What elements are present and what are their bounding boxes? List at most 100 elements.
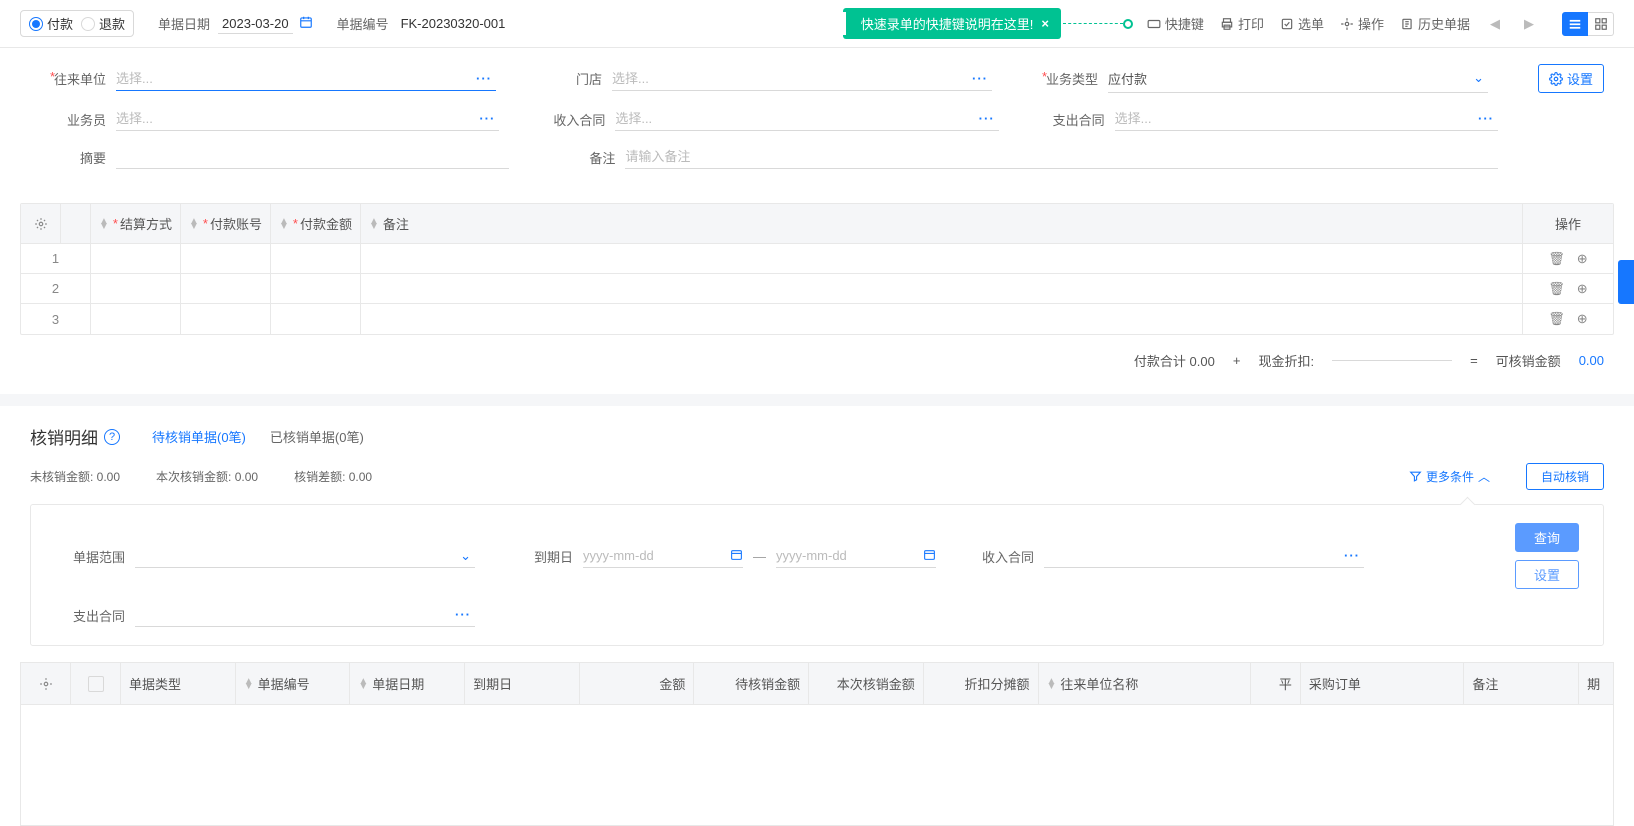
chevron-up-icon: ︿ (1478, 468, 1490, 485)
col2-partner[interactable]: ▲▼往来单位名称 (1039, 663, 1251, 704)
grid-settings-icon[interactable] (21, 204, 61, 243)
history-link[interactable]: 历史单据 (1400, 14, 1470, 33)
col2-date[interactable]: ▲▼单据日期 (350, 663, 465, 704)
calendar-icon[interactable] (299, 15, 313, 32)
shortcut-label: 快捷键 (1165, 14, 1204, 33)
col2-discount[interactable]: 折扣分摊额 (924, 663, 1039, 704)
payment-grid-header: ▲▼*结算方式 ▲▼*付款账号 ▲▼*付款金额 ▲▼备注 操作 (21, 204, 1613, 244)
partner-more-icon[interactable]: ··· (476, 71, 492, 86)
store-more-icon[interactable]: ··· (972, 71, 988, 86)
calendar-icon[interactable] (730, 548, 743, 564)
col-account[interactable]: ▲▼*付款账号 (181, 204, 271, 243)
tab-done[interactable]: 已核销单据(0笔) (270, 427, 364, 446)
note-input[interactable] (625, 145, 1498, 169)
help-icon[interactable]: ? (104, 429, 120, 445)
form-settings-button[interactable]: 设置 (1538, 64, 1604, 93)
cash-discount-input[interactable] (1332, 360, 1452, 361)
select-all-checkbox[interactable] (71, 663, 121, 704)
doc-date-value[interactable]: 2023-03-20 (218, 14, 293, 34)
nav-next-icon[interactable]: ▶ (1520, 16, 1538, 32)
filter-settings-button[interactable]: 设置 (1515, 560, 1579, 589)
col2-pending[interactable]: 待核销金额 (694, 663, 809, 704)
delete-icon[interactable]: 🗑 (1548, 311, 1565, 327)
doc-range-label: 单据范围 (55, 547, 125, 566)
row-actions: 🗑⊕ (1523, 274, 1613, 303)
row-actions: 🗑⊕ (1523, 244, 1613, 273)
col2-type[interactable]: 单据类型 (121, 663, 236, 704)
operate-link[interactable]: 操作 (1340, 14, 1384, 33)
toolbar-actions: 快捷键 打印 选单 操作 历史单据 ◀ ▶ (1147, 12, 1614, 36)
grid2-settings-icon[interactable] (21, 663, 71, 704)
more-icon[interactable]: ··· (455, 607, 471, 622)
plus-sign: + (1233, 353, 1241, 368)
view-toggle (1562, 12, 1614, 36)
due-date-label: 到期日 (503, 547, 573, 566)
shortcut-link[interactable]: 快捷键 (1147, 14, 1204, 33)
more-icon[interactable]: ··· (1344, 548, 1360, 563)
writeoff-grid-body (21, 705, 1613, 825)
col-operation: 操作 (1523, 204, 1613, 243)
col2-period[interactable]: 期 (1579, 663, 1613, 704)
calendar-icon[interactable] (923, 548, 936, 564)
filter-expense-input[interactable]: ··· (135, 603, 475, 627)
print-link[interactable]: 打印 (1220, 14, 1264, 33)
radio-pay[interactable]: 付款 (29, 14, 73, 33)
table-row[interactable]: 3 🗑⊕ (21, 304, 1613, 334)
query-button[interactable]: 查询 (1515, 523, 1579, 552)
chevron-down-icon[interactable]: ⌄ (460, 548, 471, 564)
form-area: 往来单位 ··· 门店 ··· 业务类型 应付款⌄ 设置 业务员 ··· 收入合… (0, 48, 1634, 195)
col2-amount[interactable]: 金额 (580, 663, 695, 704)
partner-label: 往来单位 (30, 69, 116, 88)
col2-no[interactable]: ▲▼单据编号 (236, 663, 351, 704)
col-index (61, 204, 91, 243)
add-icon[interactable]: ⊕ (1577, 311, 1588, 327)
nav-prev-icon[interactable]: ◀ (1486, 16, 1504, 32)
select-link[interactable]: 选单 (1280, 14, 1324, 33)
sales-more-icon[interactable]: ··· (479, 111, 495, 126)
add-icon[interactable]: ⊕ (1577, 251, 1588, 267)
tip-banner-close-icon[interactable]: × (1041, 16, 1049, 31)
col2-note[interactable]: 备注 (1464, 663, 1579, 704)
due-date-from[interactable] (583, 544, 743, 568)
col2-po[interactable]: 采购订单 (1301, 663, 1465, 704)
partner-input[interactable]: ··· (116, 67, 496, 91)
doc-no-label: 单据编号 (337, 14, 389, 33)
doc-date-label: 单据日期 (158, 14, 210, 33)
writeoff-grid-header: 单据类型 ▲▼单据编号 ▲▼单据日期 到期日 金额 待核销金额 本次核销金额 折… (21, 663, 1613, 705)
filter-income-input[interactable]: ··· (1044, 544, 1364, 568)
summary-input[interactable] (116, 145, 509, 169)
delete-icon[interactable]: 🗑 (1548, 281, 1565, 297)
cash-discount-label: 现金折扣: (1258, 351, 1314, 370)
col-note[interactable]: ▲▼备注 (361, 204, 1523, 243)
delete-icon[interactable]: 🗑 (1548, 251, 1565, 267)
more-conditions-toggle[interactable]: 更多条件 ︿ (1409, 468, 1490, 485)
view-grid-button[interactable] (1588, 12, 1614, 36)
radio-refund[interactable]: 退款 (81, 14, 125, 33)
table-row[interactable]: 1 🗑⊕ (21, 244, 1613, 274)
sales-input[interactable]: ··· (116, 107, 499, 131)
payment-grid: ▲▼*结算方式 ▲▼*付款账号 ▲▼*付款金额 ▲▼备注 操作 1 🗑⊕ 2 🗑… (20, 203, 1614, 335)
col2-this[interactable]: 本次核销金额 (809, 663, 924, 704)
expense-contract-label: 支出合同 (1029, 110, 1115, 129)
table-row[interactable]: 2 🗑⊕ (21, 274, 1613, 304)
biztype-input[interactable]: 应付款⌄ (1108, 65, 1488, 93)
date-separator: — (753, 549, 766, 564)
col2-due[interactable]: 到期日 (465, 663, 580, 704)
expense-more-icon[interactable]: ··· (1478, 111, 1494, 126)
col2-ping[interactable]: 平 (1251, 663, 1301, 704)
col-amount[interactable]: ▲▼*付款金额 (271, 204, 361, 243)
view-list-button[interactable] (1562, 12, 1588, 36)
store-input[interactable]: ··· (612, 67, 992, 91)
col-settle[interactable]: ▲▼*结算方式 (91, 204, 181, 243)
doc-range-input[interactable]: ⌄ (135, 544, 475, 568)
expense-contract-input[interactable]: ··· (1115, 107, 1498, 131)
tab-pending[interactable]: 待核销单据(0笔) (152, 427, 246, 446)
chevron-down-icon[interactable]: ⌄ (1473, 70, 1484, 86)
income-more-icon[interactable]: ··· (979, 111, 995, 126)
income-contract-input[interactable]: ··· (615, 107, 998, 131)
pay-refund-radio-group: 付款 退款 (20, 10, 134, 37)
auto-writeoff-button[interactable]: 自动核销 (1526, 463, 1604, 490)
right-side-tab[interactable] (1618, 260, 1634, 304)
due-date-to[interactable] (776, 544, 936, 568)
add-icon[interactable]: ⊕ (1577, 281, 1588, 297)
